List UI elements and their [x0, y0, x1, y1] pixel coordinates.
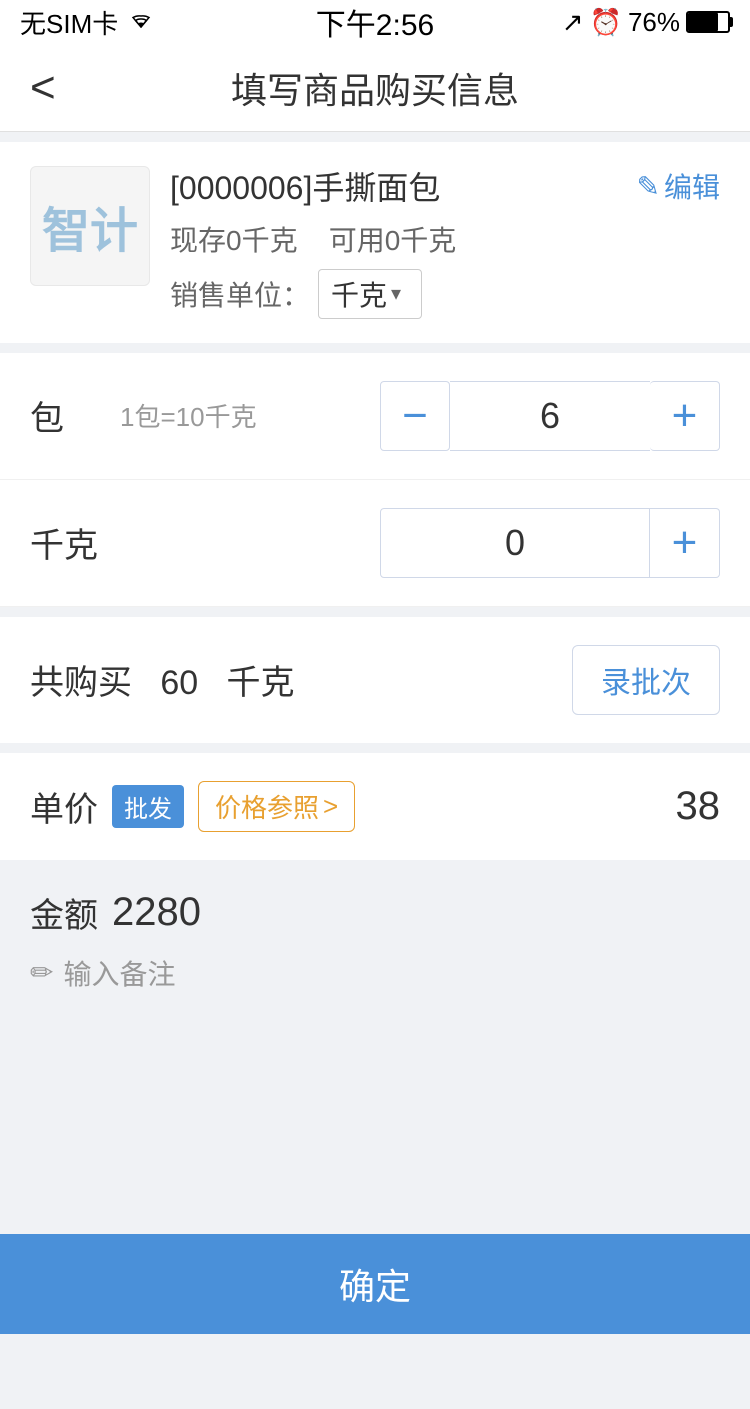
- product-logo: 智计: [42, 191, 138, 261]
- total-text: 共购买 60 千克: [30, 655, 295, 704]
- carrier-label: 无SIM卡: [20, 4, 118, 41]
- amount-label: 金额: [30, 888, 98, 937]
- bao-quantity-control: − +: [380, 381, 720, 451]
- status-left: 无SIM卡: [20, 4, 156, 41]
- product-stock: 现存0千克 可用0千克: [170, 219, 720, 259]
- bao-quantity-input[interactable]: [450, 381, 650, 451]
- total-prefix: 共购买: [30, 664, 132, 702]
- product-card: 智计 [0000006]手撕面包 ✎ 编辑 现存0千克 可用0千克 销售单位： …: [0, 142, 750, 343]
- edit-button[interactable]: ✎ 编辑: [637, 166, 720, 206]
- price-ref-label: 价格参照: [215, 788, 319, 825]
- price-section: 单价 批发 价格参照 > 38: [0, 753, 750, 860]
- product-name: [0000006]手撕面包: [170, 166, 440, 211]
- total-amount: 60: [160, 664, 198, 702]
- quantity-bao-row: 包 1包=10千克 − +: [0, 353, 750, 480]
- bao-hint: 1包=10千克: [120, 397, 380, 434]
- bao-decrease-button[interactable]: −: [380, 381, 450, 451]
- confirm-bar[interactable]: 确定: [0, 1234, 750, 1334]
- confirm-button-label: 确定: [339, 1258, 411, 1310]
- total-unit: 千克: [227, 664, 295, 702]
- product-info: [0000006]手撕面包 ✎ 编辑 现存0千克 可用0千克 销售单位： 千克: [170, 166, 720, 319]
- note-row[interactable]: ✏ 输入备注: [30, 953, 720, 993]
- status-time: 下午2:56: [316, 0, 434, 44]
- amount-value: 2280: [112, 890, 201, 935]
- location-icon: ↗: [562, 7, 584, 38]
- quantity-kg-row: 千克 +: [0, 480, 750, 607]
- back-button[interactable]: <: [30, 66, 56, 110]
- product-header: [0000006]手撕面包 ✎ 编辑: [170, 166, 720, 211]
- wifi-icon: [126, 7, 156, 38]
- total-row: 共购买 60 千克 录批次: [0, 617, 750, 743]
- page-title: 填写商品购买信息: [231, 62, 519, 114]
- product-image: 智计: [30, 166, 150, 286]
- stock-value: 现存0千克: [170, 225, 298, 256]
- edit-icon: ✎: [637, 170, 660, 203]
- price-ref-button[interactable]: 价格参照 >: [198, 781, 355, 832]
- battery-percent: 76%: [628, 7, 680, 38]
- batch-button[interactable]: 录批次: [572, 645, 720, 715]
- product-unit-row: 销售单位： 千克: [170, 269, 720, 319]
- edit-label: 编辑: [664, 166, 720, 206]
- unit-label: 销售单位：: [170, 274, 310, 314]
- status-bar: 无SIM卡 下午2:56 ↗ ⏰ 76%: [0, 0, 750, 44]
- status-right: ↗ ⏰ 76%: [562, 7, 730, 38]
- alarm-icon: ⏰: [590, 7, 622, 38]
- available-value: 可用0千克: [329, 225, 457, 256]
- kg-quantity-input[interactable]: [380, 508, 650, 578]
- kg-increase-button[interactable]: +: [650, 508, 720, 578]
- battery-icon: [686, 11, 730, 33]
- note-placeholder: 输入备注: [63, 953, 175, 993]
- nav-bar: < 填写商品购买信息: [0, 44, 750, 132]
- quantity-section: 包 1包=10千克 − + 千克 +: [0, 353, 750, 607]
- price-row: 单价 批发 价格参照 > 38: [30, 781, 720, 832]
- kg-label: 千克: [30, 518, 110, 567]
- unit-value: 千克: [331, 274, 387, 314]
- amount-section: 金额 2280 ✏ 输入备注: [0, 860, 750, 1009]
- amount-row: 金额 2280: [30, 888, 720, 937]
- price-value: 38: [676, 784, 721, 829]
- kg-quantity-control: +: [380, 508, 720, 578]
- pencil-icon: ✏: [30, 956, 53, 989]
- unit-dropdown[interactable]: 千克: [318, 269, 422, 319]
- price-ref-arrow: >: [323, 791, 338, 822]
- price-label: 单价: [30, 782, 98, 831]
- bao-increase-button[interactable]: +: [650, 381, 720, 451]
- bao-label: 包: [30, 391, 110, 440]
- price-badge: 批发: [112, 785, 184, 828]
